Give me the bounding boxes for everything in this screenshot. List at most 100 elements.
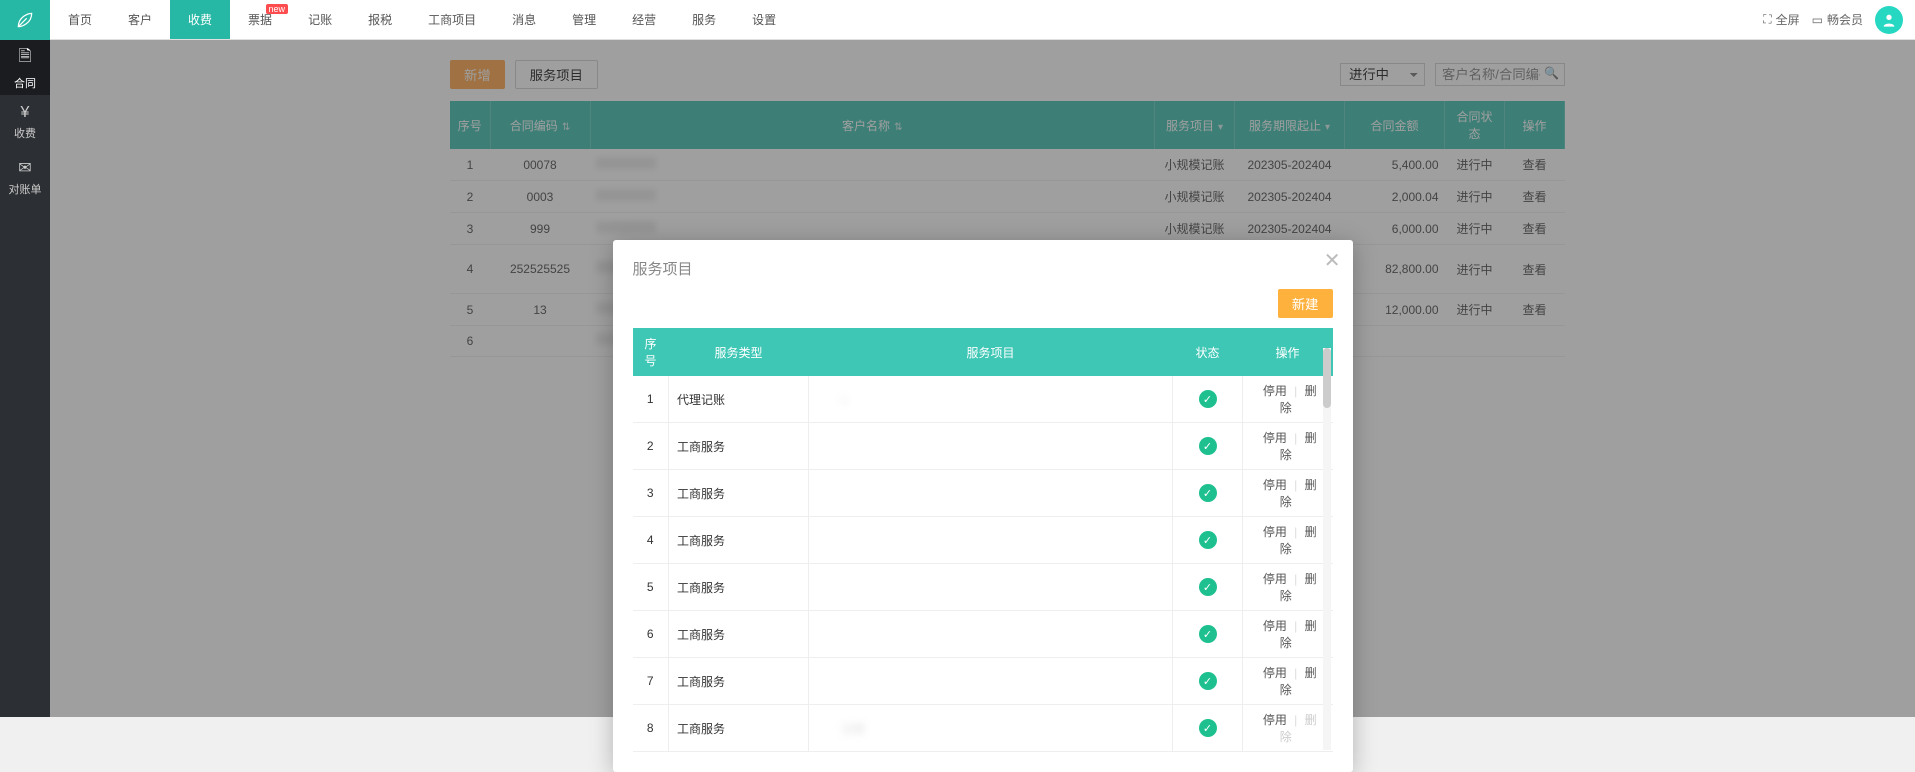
play-icon: ▭ — [1812, 13, 1823, 27]
mcell-item: 1 — [809, 376, 1173, 423]
check-icon: ✓ — [1199, 437, 1217, 455]
check-icon: ✓ — [1199, 672, 1217, 690]
mcell-status: ✓ — [1173, 376, 1243, 423]
mcell-ops: 停用 | 删除 — [1243, 611, 1333, 658]
list-item: 2工商服务 ✓停用 | 删除 — [633, 423, 1333, 470]
fullscreen-button[interactable]: ⛶ 全屏 — [1763, 11, 1799, 28]
modal-scrollbar[interactable] — [1323, 348, 1331, 750]
leaf-icon — [15, 10, 35, 30]
mcell-item — [809, 658, 1173, 705]
nav-item-10[interactable]: 服务 — [674, 0, 734, 39]
check-icon: ✓ — [1199, 719, 1217, 737]
list-item: 3工商服务 ✓ 停用 | 删除 — [633, 470, 1333, 517]
mcell-seq: 1 — [633, 376, 669, 423]
top-nav: 首页客户收费票据new记账报税工商项目消息管理经营服务设置 ⛶ 全屏 ▭ 畅会员 — [0, 0, 1915, 40]
mcell-item — [809, 423, 1173, 470]
service-items-modal: ✕ 服务项目 新建 序号 服务类型 服务项目 状态 操作 — [613, 240, 1353, 772]
scrollbar-thumb[interactable] — [1323, 348, 1331, 408]
nav-item-4[interactable]: 记账 — [290, 0, 350, 39]
mcell-item — [809, 470, 1173, 517]
list-item: 1代理记账 1✓停用 | 删除 — [633, 376, 1333, 423]
check-icon: ✓ — [1199, 531, 1217, 549]
pause-link[interactable]: 停用 — [1259, 572, 1291, 586]
mcell-type: 工商服务 — [669, 564, 809, 611]
mcol-ops: 操作 — [1243, 328, 1333, 376]
member-button[interactable]: ▭ 畅会员 — [1812, 11, 1863, 28]
top-menu: 首页客户收费票据new记账报税工商项目消息管理经营服务设置 — [50, 0, 794, 39]
mcol-type: 服务类型 — [669, 328, 809, 376]
nav-item-3[interactable]: 票据new — [230, 0, 290, 39]
list-item: 8工商服务 注册✓停用 | 删除 — [633, 705, 1333, 752]
mcell-type: 工商服务 — [669, 611, 809, 658]
sidebar-item-2[interactable]: ✉ 对账单 — [0, 150, 50, 205]
mcol-seq: 序号 — [633, 328, 669, 376]
mcell-seq: 4 — [633, 517, 669, 564]
mcell-seq: 6 — [633, 611, 669, 658]
mail-icon: ✉ — [18, 158, 31, 178]
nav-item-1[interactable]: 客户 — [110, 0, 170, 39]
avatar[interactable] — [1875, 6, 1903, 34]
list-item: 6工商服务 ✓ 停用 | 删除 — [633, 611, 1333, 658]
mcell-ops: 停用 | 删除 — [1243, 564, 1333, 611]
mcell-type: 工商服务 — [669, 470, 809, 517]
nav-item-7[interactable]: 消息 — [494, 0, 554, 39]
list-item: 7工商服务 ✓ 停用 | 删除 — [633, 658, 1333, 705]
mcell-type: 工商服务 — [669, 423, 809, 470]
check-icon: ✓ — [1199, 390, 1217, 408]
mcell-status: ✓ — [1173, 423, 1243, 470]
mcell-status: ✓ — [1173, 470, 1243, 517]
mcell-ops: 停用 | 删除 — [1243, 423, 1333, 470]
modal-title: 服务项目 — [613, 240, 1353, 289]
fullscreen-icon: ⛶ — [1763, 12, 1771, 27]
close-icon[interactable]: ✕ — [1324, 248, 1341, 273]
yen-icon: ¥ — [21, 104, 30, 122]
new-button[interactable]: 新建 — [1278, 289, 1333, 318]
mcol-status: 状态 — [1173, 328, 1243, 376]
pause-link[interactable]: 停用 — [1259, 619, 1291, 633]
list-item: 4工商服务 ✓停用 | 删除 — [633, 517, 1333, 564]
mcell-seq: 5 — [633, 564, 669, 611]
top-right: ⛶ 全屏 ▭ 畅会员 — [1763, 6, 1915, 34]
mcell-seq: 8 — [633, 705, 669, 752]
service-items-table: 序号 服务类型 服务项目 状态 操作 1代理记账 1✓停用 | 删除2工商服务 … — [633, 328, 1333, 752]
sidebar-label: 收费 — [14, 125, 36, 141]
mcell-item — [809, 611, 1173, 658]
sidebar-label: 对账单 — [9, 181, 42, 197]
pause-link[interactable]: 停用 — [1259, 525, 1291, 539]
nav-item-8[interactable]: 管理 — [554, 0, 614, 39]
app-logo[interactable] — [0, 0, 50, 40]
pause-link[interactable]: 停用 — [1259, 431, 1291, 445]
left-sidebar: 🗎 合同 ¥ 收费 ✉ 对账单 — [0, 40, 50, 717]
mcell-ops: 停用 | 删除 — [1243, 470, 1333, 517]
mcell-status: ✓ — [1173, 564, 1243, 611]
nav-item-2[interactable]: 收费 — [170, 0, 230, 39]
pause-link[interactable]: 停用 — [1259, 478, 1291, 492]
nav-item-5[interactable]: 报税 — [350, 0, 410, 39]
check-icon: ✓ — [1199, 484, 1217, 502]
user-icon — [1881, 12, 1897, 28]
nav-item-9[interactable]: 经营 — [614, 0, 674, 39]
nav-item-0[interactable]: 首页 — [50, 0, 110, 39]
sidebar-label: 合同 — [14, 75, 36, 91]
mcell-item — [809, 517, 1173, 564]
check-icon: ✓ — [1199, 625, 1217, 643]
nav-item-6[interactable]: 工商项目 — [410, 0, 494, 39]
mcell-status: ✓ — [1173, 517, 1243, 564]
mcell-seq: 7 — [633, 658, 669, 705]
sidebar-item-0[interactable]: 🗎 合同 — [0, 40, 50, 95]
pause-link[interactable]: 停用 — [1259, 713, 1291, 727]
pause-link[interactable]: 停用 — [1259, 666, 1291, 680]
pause-link[interactable]: 停用 — [1259, 384, 1291, 398]
mcell-status: ✓ — [1173, 611, 1243, 658]
mcell-type: 代理记账 — [669, 376, 809, 423]
sidebar-item-1[interactable]: ¥ 收费 — [0, 95, 50, 150]
nav-item-11[interactable]: 设置 — [734, 0, 794, 39]
mcell-status: ✓ — [1173, 658, 1243, 705]
fullscreen-label: 全屏 — [1776, 11, 1800, 28]
document-icon: 🗎 — [19, 45, 32, 72]
mcell-seq: 3 — [633, 470, 669, 517]
mcell-ops: 停用 | 删除 — [1243, 658, 1333, 705]
mcol-item: 服务项目 — [809, 328, 1173, 376]
mcell-type: 工商服务 — [669, 658, 809, 705]
member-label: 畅会员 — [1827, 11, 1863, 28]
